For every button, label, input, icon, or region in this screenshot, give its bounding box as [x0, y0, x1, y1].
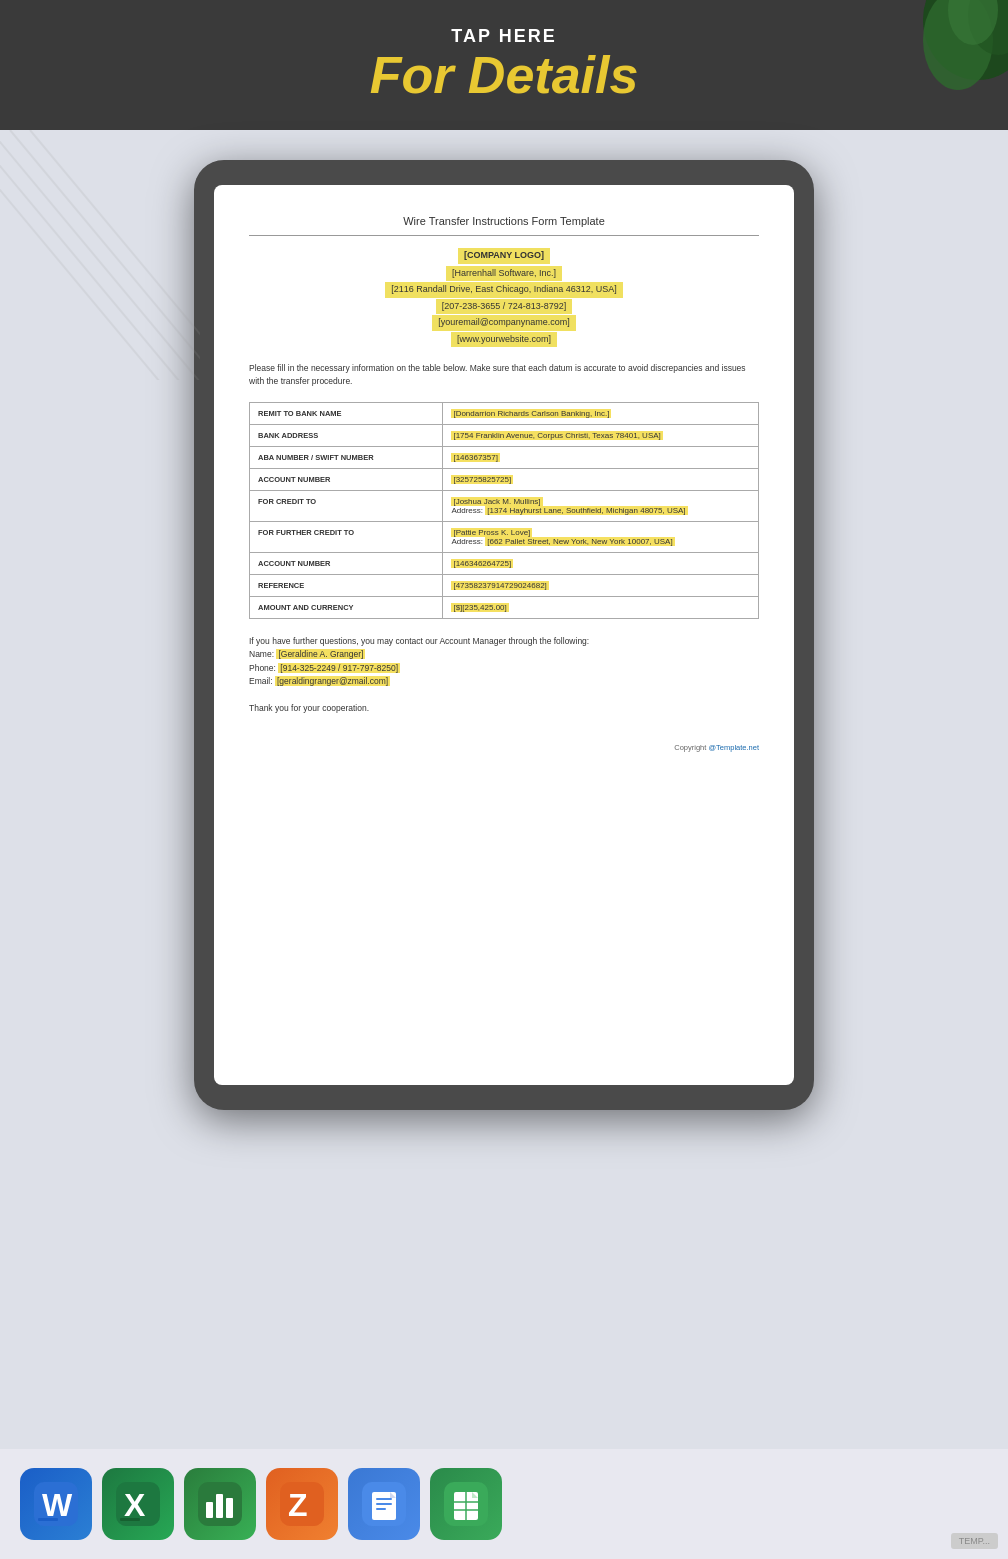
tap-here-label: TAP HERE — [451, 26, 556, 47]
table-row: REFERENCE [47358237914729024682] — [250, 574, 759, 596]
svg-rect-17 — [216, 1494, 223, 1518]
label-amount: AMOUNT AND CURRENCY — [250, 596, 443, 618]
tablet-device: Wire Transfer Instructions Form Template… — [194, 160, 814, 1110]
value-remit-bank: [Dondarrion Richards Carlson Banking, In… — [443, 402, 759, 424]
value-bank-address: [1754 Franklin Avenue, Corpus Christi, T… — [443, 424, 759, 446]
company-header: [COMPANY LOGO] [Harrenhall Software, Inc… — [249, 248, 759, 348]
svg-rect-23 — [376, 1498, 392, 1500]
bottom-app-bar: W X Z — [0, 1449, 1008, 1559]
label-account2: ACCOUNT NUMBER — [250, 552, 443, 574]
label-remit-bank: REMIT TO BANK NAME — [250, 402, 443, 424]
tablet-frame: Wire Transfer Instructions Form Template… — [194, 160, 814, 1110]
title-divider — [249, 235, 759, 236]
label-reference: REFERENCE — [250, 574, 443, 596]
company-address: [2116 Randall Drive, East Chicago, India… — [385, 282, 623, 298]
value-reference: [47358237914729024682] — [443, 574, 759, 596]
value-further-credit: [Pattie Pross K. Love] Address: [662 Pal… — [443, 521, 759, 552]
label-credit-to: FOR CREDIT TO — [250, 490, 443, 521]
copyright-text: Copyright @Template.net — [249, 743, 759, 752]
app-icon-word[interactable]: W — [20, 1468, 92, 1540]
value-amount: [$][235,425.00] — [443, 596, 759, 618]
table-row: FOR CREDIT TO [Joshua Jack M. Mullins] A… — [250, 490, 759, 521]
table-row: ACCOUNT NUMBER [146346264725] — [250, 552, 759, 574]
table-row: FOR FURTHER CREDIT TO [Pattie Pross K. L… — [250, 521, 759, 552]
table-row: ABA NUMBER / SWIFT NUMBER [146367357] — [250, 446, 759, 468]
top-header-bar[interactable]: TAP HERE For Details — [0, 0, 1008, 130]
svg-text:X: X — [124, 1487, 146, 1523]
svg-rect-11 — [38, 1518, 58, 1521]
value-account2: [146346264725] — [443, 552, 759, 574]
svg-rect-18 — [226, 1498, 233, 1518]
svg-rect-24 — [376, 1503, 392, 1505]
svg-rect-25 — [376, 1508, 386, 1510]
svg-text:W: W — [42, 1487, 73, 1523]
svg-line-6 — [0, 130, 200, 380]
company-name: [Harrenhall Software, Inc.] — [446, 266, 562, 282]
value-account1: [325725825725] — [443, 468, 759, 490]
svg-line-7 — [10, 130, 200, 380]
table-row: ACCOUNT NUMBER [325725825725] — [250, 468, 759, 490]
for-details-label: For Details — [370, 47, 639, 104]
app-icon-gsheets[interactable] — [430, 1468, 502, 1540]
company-logo: [COMPANY LOGO] — [458, 248, 550, 264]
svg-line-5 — [0, 130, 200, 380]
value-credit-to: [Joshua Jack M. Mullins] Address: [1374 … — [443, 490, 759, 521]
contact-intro: If you have further questions, you may c… — [249, 636, 589, 646]
value-aba: [146367357] — [443, 446, 759, 468]
contact-phone: Phone: [914-325-2249 / 917-797-8250] — [249, 663, 400, 673]
app-icon-pages[interactable]: Z — [266, 1468, 338, 1540]
table-row: AMOUNT AND CURRENCY [$][235,425.00] — [250, 596, 759, 618]
svg-rect-16 — [206, 1502, 213, 1518]
instruction-text: Please fill in the necessary information… — [249, 362, 759, 388]
plant-decoration — [888, 0, 1008, 120]
company-email: [youremail@companyname.com] — [432, 315, 576, 331]
wire-transfer-table: REMIT TO BANK NAME [Dondarrion Richards … — [249, 402, 759, 619]
label-account1: ACCOUNT NUMBER — [250, 468, 443, 490]
table-row: REMIT TO BANK NAME [Dondarrion Richards … — [250, 402, 759, 424]
label-bank-address: BANK ADDRESS — [250, 424, 443, 446]
tablet-screen: Wire Transfer Instructions Form Template… — [214, 185, 794, 1085]
company-website: [www.yourwebsite.com] — [451, 332, 557, 348]
table-row: BANK ADDRESS [1754 Franklin Avenue, Corp… — [250, 424, 759, 446]
svg-line-4 — [0, 130, 200, 380]
app-icon-gdocs[interactable] — [348, 1468, 420, 1540]
document-title: Wire Transfer Instructions Form Template — [249, 215, 759, 227]
contact-email: Email: [geraldingranger@zmail.com] — [249, 676, 390, 686]
app-icon-numbers[interactable] — [184, 1468, 256, 1540]
copyright-link[interactable]: @Template.net — [708, 743, 759, 752]
watermark: TEMP... — [951, 1533, 998, 1549]
contact-name: Name: [Geraldine A. Granger] — [249, 649, 365, 659]
app-icon-excel[interactable]: X — [102, 1468, 174, 1540]
company-phone: [207-238-3655 / 724-813-8792] — [436, 299, 573, 315]
svg-rect-14 — [120, 1518, 140, 1521]
thank-you-text: Thank you for your cooperation. — [249, 703, 759, 713]
label-aba: ABA NUMBER / SWIFT NUMBER — [250, 446, 443, 468]
contact-section: If you have further questions, you may c… — [249, 635, 759, 689]
label-further-credit: FOR FURTHER CREDIT TO — [250, 521, 443, 552]
svg-text:Z: Z — [288, 1487, 308, 1523]
main-background: Wire Transfer Instructions Form Template… — [0, 130, 1008, 1449]
